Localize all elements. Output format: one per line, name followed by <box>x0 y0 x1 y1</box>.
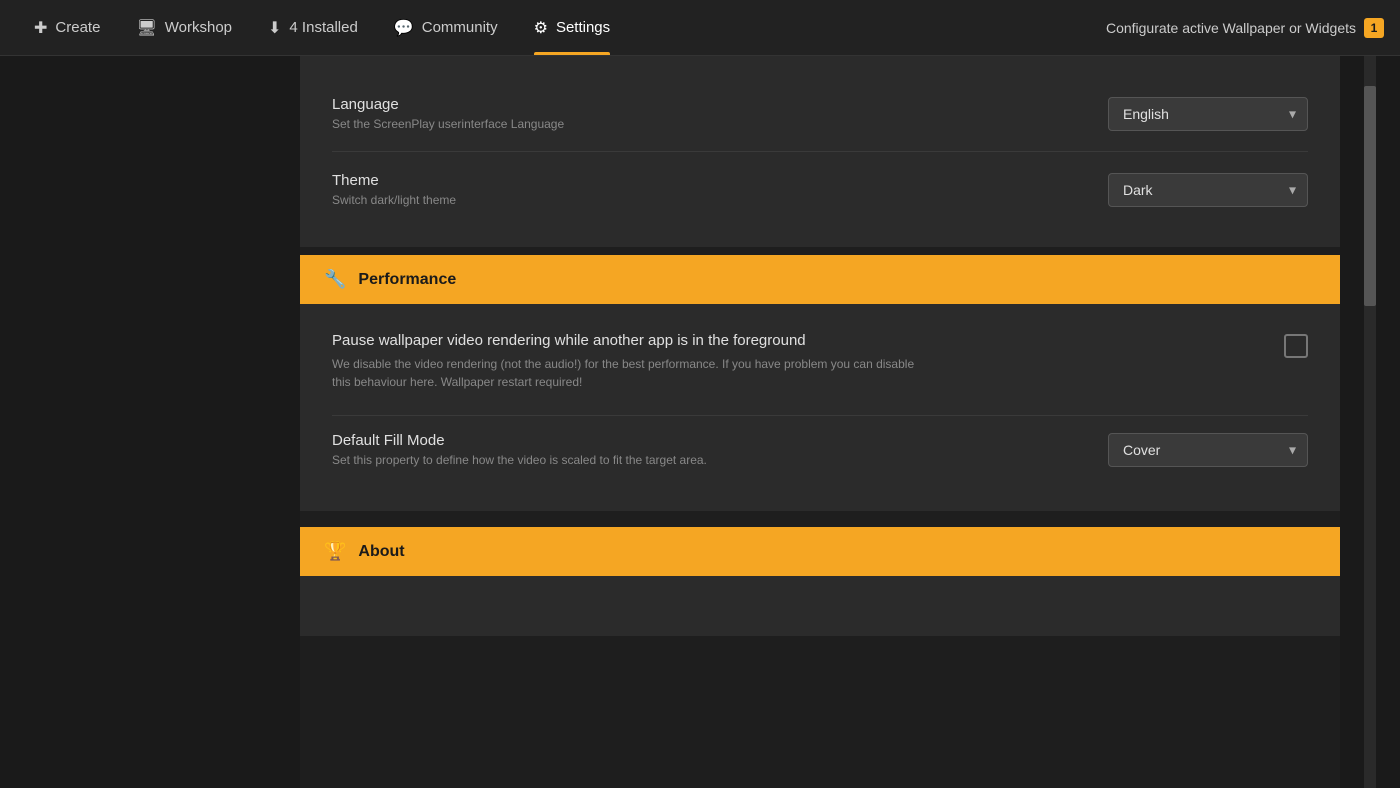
performance-card-inner: Pause wallpaper video rendering while an… <box>300 304 1340 511</box>
theme-dropdown-wrapper[interactable]: Dark Light <box>1108 173 1308 207</box>
language-desc: Set the ScreenPlay userinterface Languag… <box>332 117 564 131</box>
nav-community-label: Community <box>422 19 498 36</box>
pause-wallpaper-info: Pause wallpaper video rendering while an… <box>332 332 1244 391</box>
fill-mode-desc: Set this property to define how the vide… <box>332 453 707 467</box>
nav-installed-label: 4 Installed <box>289 19 357 36</box>
nav-badge: 1 <box>1364 18 1384 38</box>
about-header-text: About <box>358 543 404 561</box>
workshop-icon: 🖥 <box>136 18 156 38</box>
right-panel <box>1340 56 1400 788</box>
community-icon: 💬 <box>394 18 414 38</box>
about-content <box>300 576 1340 636</box>
info-icon: 🏆 <box>324 541 346 562</box>
nav-workshop-label: Workshop <box>165 19 232 36</box>
scrollbar-thumb[interactable] <box>1364 86 1376 306</box>
left-panel <box>0 56 300 788</box>
nav-installed[interactable]: ⬇ 4 Installed <box>250 0 376 55</box>
language-title: Language <box>332 96 564 113</box>
performance-header-text: Performance <box>358 271 456 289</box>
language-info: Language Set the ScreenPlay userinterfac… <box>332 96 564 131</box>
pause-wallpaper-title: Pause wallpaper video rendering while an… <box>332 332 1244 349</box>
theme-title: Theme <box>332 172 456 189</box>
theme-select[interactable]: Dark Light <box>1108 173 1308 207</box>
nav-community[interactable]: 💬 Community <box>376 0 516 55</box>
installed-icon: ⬇ <box>268 18 281 38</box>
fill-mode-title: Default Fill Mode <box>332 432 707 449</box>
fill-mode-info: Default Fill Mode Set this property to d… <box>332 432 707 467</box>
nav-settings-label: Settings <box>556 19 610 36</box>
language-dropdown-wrapper[interactable]: English German French Spanish <box>1108 97 1308 131</box>
fill-mode-select[interactable]: Cover Contain Fill Stretch Tile <box>1108 433 1308 467</box>
performance-card: 🔧 Performance Pause wallpaper video rend… <box>300 255 1340 511</box>
fill-mode-row: Default Fill Mode Set this property to d… <box>332 416 1308 487</box>
pause-wallpaper-checkbox[interactable] <box>1284 334 1308 358</box>
general-card: Language Set the ScreenPlay userinterfac… <box>300 56 1340 247</box>
pause-wallpaper-row: Pause wallpaper video rendering while an… <box>332 308 1308 416</box>
theme-info: Theme Switch dark/light theme <box>332 172 456 207</box>
language-select[interactable]: English German French Spanish <box>1108 97 1308 131</box>
settings-icon: ⚙ <box>534 18 548 38</box>
nav-workshop[interactable]: 🖥 Workshop <box>118 0 250 55</box>
language-row: Language Set the ScreenPlay userinterfac… <box>332 76 1308 152</box>
performance-header: 🔧 Performance <box>300 255 1340 304</box>
config-label: Configurate active Wallpaper or Widgets <box>1106 20 1356 36</box>
pause-wallpaper-desc: We disable the video rendering (not the … <box>332 355 932 391</box>
main-layout: Language Set the ScreenPlay userinterfac… <box>0 56 1400 788</box>
general-card-inner: Language Set the ScreenPlay userinterfac… <box>300 56 1340 247</box>
spacer <box>300 519 1340 527</box>
about-header: 🏆 About <box>300 527 1340 576</box>
settings-wrapper: Language Set the ScreenPlay userinterfac… <box>300 56 1340 636</box>
fill-mode-dropdown-wrapper[interactable]: Cover Contain Fill Stretch Tile <box>1108 433 1308 467</box>
about-card: 🏆 About <box>300 527 1340 636</box>
wrench-icon: 🔧 <box>324 269 346 290</box>
content-area[interactable]: Language Set the ScreenPlay userinterfac… <box>300 56 1340 788</box>
theme-row: Theme Switch dark/light theme Dark Light <box>332 152 1308 227</box>
top-navigation: ✚ Create 🖥 Workshop ⬇ 4 Installed 💬 Comm… <box>0 0 1400 56</box>
nav-create[interactable]: ✚ Create <box>16 0 118 55</box>
theme-desc: Switch dark/light theme <box>332 193 456 207</box>
nav-settings[interactable]: ⚙ Settings <box>516 0 629 55</box>
create-icon: ✚ <box>34 18 47 38</box>
nav-right-area: Configurate active Wallpaper or Widgets … <box>1106 18 1384 38</box>
nav-create-label: Create <box>55 19 100 36</box>
